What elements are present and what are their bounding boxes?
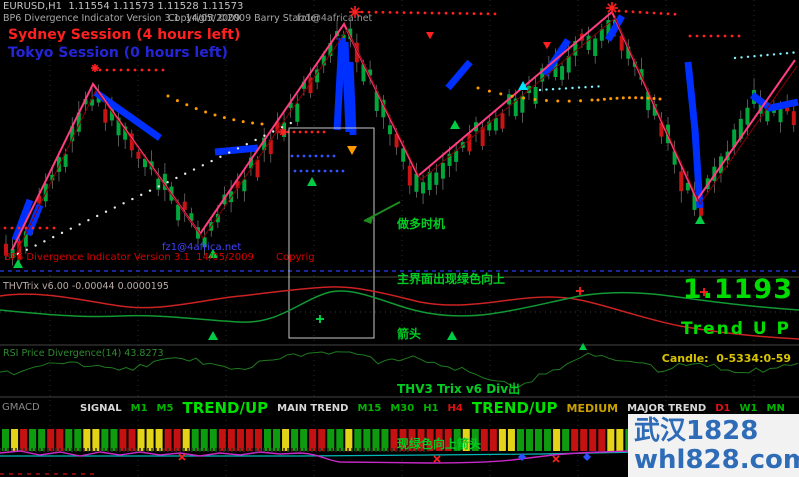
- main-trend-label: MAIN TREND: [277, 402, 349, 414]
- footer-copyright-label: BP6 Divergence Indicator Version 3.1 14/…: [4, 252, 315, 263]
- gmacd-indicator-label: GMACD: [2, 402, 40, 413]
- timeframe-mn: MN: [766, 402, 785, 414]
- timeframe-w1: W1: [739, 402, 758, 414]
- tokyo-session-label: Tokyo Session (0 hours left): [8, 45, 228, 61]
- watermark-line1: 武汉1828: [634, 416, 759, 446]
- trend-signal-row: SIGNAL M1 M5 TREND/UP MAIN TREND M15 M30…: [80, 399, 785, 417]
- rsi-indicator-label: RSI Price Divergence(14) 43.8273: [3, 348, 164, 359]
- timeframe-m5: M5: [156, 402, 174, 414]
- mt4-chart-window: EURUSD,H1 1.11554 1.11573 1.11528 1.1157…: [0, 0, 799, 477]
- annotation-line: 做多时机: [397, 217, 446, 231]
- watermark-line2: whl828.com: [634, 445, 799, 475]
- timeframe-m30: M30: [390, 402, 415, 414]
- annotation-line: 主界面出现绿色向上: [397, 272, 506, 286]
- annotation-line: 现绿色向上箭头: [397, 437, 482, 451]
- main-trend-up: TREND/UP: [471, 399, 558, 417]
- timeframe-h4: H4: [447, 402, 463, 414]
- symbol-quote-line: EURUSD,H1 1.11554 1.11573 1.11528 1.1157…: [3, 1, 244, 12]
- sydney-session-label: Sydney Session (4 hours left): [8, 27, 241, 43]
- medium-strength-label: MEDIUM: [566, 401, 619, 415]
- chinese-annotation: 做多时机 主界面出现绿色向上 箭头 THV3 Trix v6 Div出 现绿色向…: [397, 178, 520, 477]
- annotation-line: THV3 Trix v6 Div出: [397, 382, 521, 396]
- signal-label: SIGNAL: [80, 402, 122, 414]
- trend-direction-label: Trend U P: [680, 319, 791, 339]
- candle-countdown-label: Candle: 0-5334:0-59: [661, 352, 791, 365]
- site-watermark: 武汉1828 whl828.com: [628, 414, 799, 477]
- author-email-label: fz1@4africa.net: [297, 13, 373, 24]
- timeframe-h1: H1: [423, 402, 439, 414]
- major-trend-label: MAJOR TREND: [627, 402, 707, 414]
- timeframe-d1: D1: [715, 402, 731, 414]
- timeframe-m15: M15: [357, 402, 382, 414]
- timeframe-m1: M1: [130, 402, 148, 414]
- annotation-line: 箭头: [397, 327, 422, 341]
- signal-trend-up: TREND/UP: [182, 399, 269, 417]
- current-price-readout: 1.1193: [682, 274, 793, 305]
- thvtrix-indicator-label: THVTrix v6.00 -0.00044 0.0000195: [3, 281, 169, 292]
